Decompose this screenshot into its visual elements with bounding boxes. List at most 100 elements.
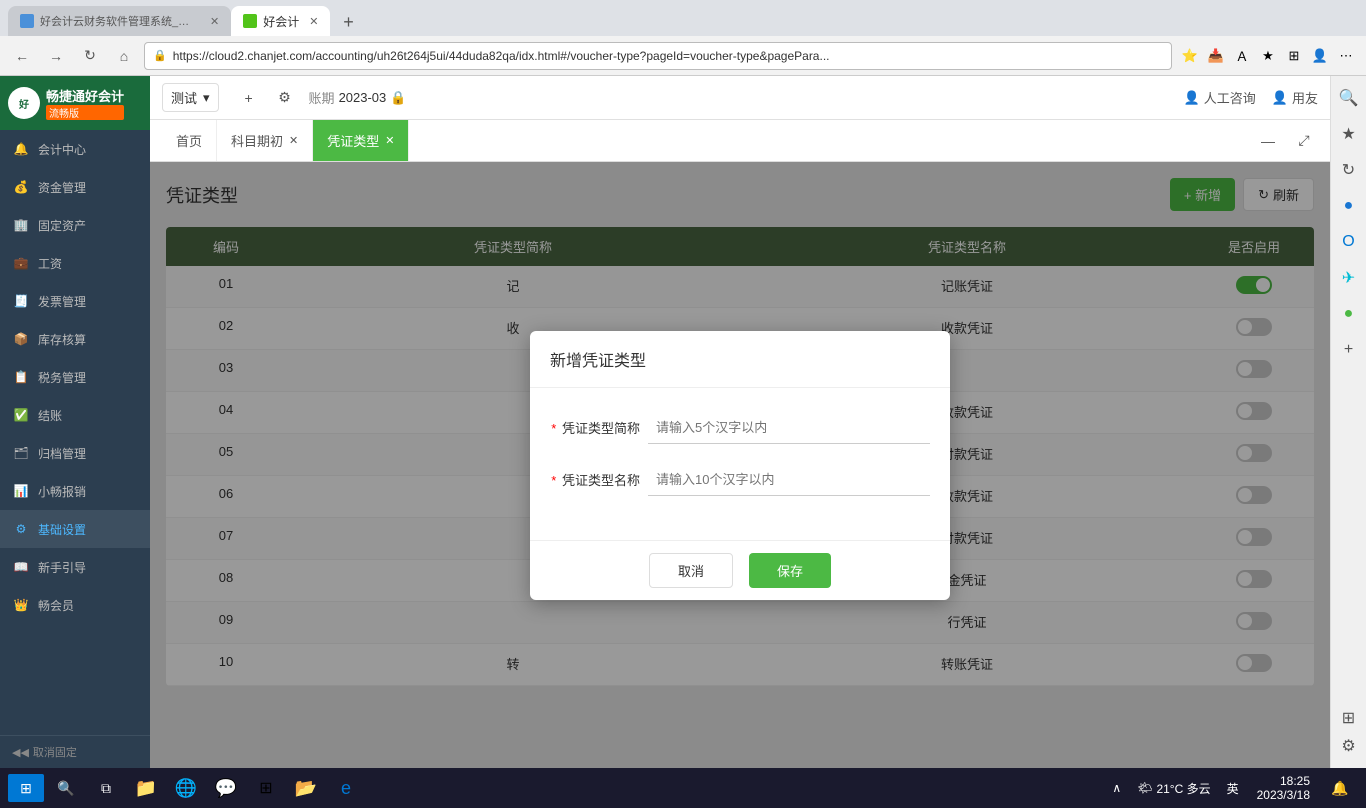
- tab-close-2[interactable]: ✕: [309, 15, 318, 28]
- logo-text-group: 畅捷通好会计 流畅版: [46, 86, 124, 120]
- taskbar-sys-icons: ∧: [1106, 781, 1127, 795]
- browser-tab-bar: 好会计云财务软件管理系统_会计 ✕ 好会计 ✕ +: [0, 0, 1366, 36]
- settings-button[interactable]: ⚙: [271, 84, 299, 112]
- taskbar-expand-icon[interactable]: ∧: [1112, 781, 1121, 795]
- required-star-1: *: [551, 421, 556, 436]
- sidebar-item-inventory[interactable]: 📦 库存核算: [0, 320, 150, 358]
- right-settings-button[interactable]: ⚙: [1335, 732, 1363, 760]
- time-text: 18:25: [1257, 774, 1310, 788]
- taskbar-right: ∧ 🌤 21°C 多云 英 18:25 2023/3/18 🔔: [1106, 770, 1358, 806]
- sidebar-item-capital[interactable]: 💰 资金管理: [0, 168, 150, 206]
- logo-title: 畅捷通好会计: [46, 86, 124, 105]
- back-button[interactable]: ←: [8, 42, 36, 70]
- app-bar-actions: + ⚙: [235, 84, 299, 112]
- tab-home[interactable]: 首页: [162, 120, 217, 161]
- sidebar-logo[interactable]: 好 畅捷通好会计 流畅版: [0, 76, 150, 130]
- tab-minimize-button[interactable]: —: [1254, 127, 1282, 155]
- tab-voucher-close[interactable]: ✕: [385, 134, 394, 147]
- short-input[interactable]: [648, 412, 930, 444]
- address-text: https://cloud2.chanjet.com/accounting/uh…: [173, 49, 1163, 63]
- right-star-button[interactable]: ★: [1335, 120, 1363, 148]
- form-row-short: * 凭证类型简称: [550, 412, 930, 444]
- sidebar-item-asset[interactable]: 🏢 固定资产: [0, 206, 150, 244]
- member-icon: 👑: [12, 596, 30, 614]
- tab-close-1[interactable]: ✕: [210, 15, 219, 28]
- sidebar-label-settings: 基础设置: [38, 521, 86, 538]
- ext-5[interactable]: ⊞: [1282, 44, 1306, 68]
- taskbar-search-button[interactable]: 🔍: [48, 774, 84, 802]
- tab-expand-button[interactable]: ⤢: [1290, 127, 1318, 155]
- taskbar-edge[interactable]: e: [328, 770, 364, 806]
- short-label: * 凭证类型简称: [550, 418, 640, 437]
- ext-6[interactable]: 👤: [1308, 44, 1332, 68]
- sidebar-item-report[interactable]: 📊 小畅报销: [0, 472, 150, 510]
- new-tab-button[interactable]: +: [334, 8, 362, 36]
- taskbar-file-explorer[interactable]: 📁: [128, 770, 164, 806]
- browser-tab-1[interactable]: 好会计云财务软件管理系统_会计 ✕: [8, 6, 231, 36]
- unpin-button[interactable]: ◀◀ 取消固定: [0, 735, 150, 768]
- sidebar-item-archive[interactable]: 🗂 归档管理: [0, 434, 150, 472]
- cancel-button[interactable]: 取消: [649, 553, 733, 588]
- tab-favicon-2: [243, 14, 257, 28]
- ext-3[interactable]: Ａ: [1230, 44, 1254, 68]
- sidebar-item-notification[interactable]: 🔔 会计中心: [0, 130, 150, 168]
- taskbar-wechat[interactable]: 💬: [208, 770, 244, 806]
- dialog-header: 新增凭证类型: [530, 331, 950, 388]
- workspace-selector[interactable]: 测试 ▾: [162, 83, 219, 112]
- sidebar-item-checkout[interactable]: ✅ 结账: [0, 396, 150, 434]
- sidebar-label-guide: 新手引导: [38, 559, 86, 576]
- support-button[interactable]: 👤 人工咨询: [1184, 88, 1256, 107]
- sidebar-item-guide[interactable]: 📖 新手引导: [0, 548, 150, 586]
- refresh-button[interactable]: ↻: [76, 42, 104, 70]
- tab-subject[interactable]: 科目期初 ✕: [217, 120, 313, 161]
- sidebar-label-salary: 工资: [38, 255, 62, 272]
- unpin-icon: ◀◀: [12, 746, 29, 759]
- home-button[interactable]: ⌂: [110, 42, 138, 70]
- sidebar-item-member[interactable]: 👑 畅会员: [0, 586, 150, 624]
- save-button[interactable]: 保存: [749, 553, 831, 588]
- workspace-dropdown-icon: ▾: [203, 90, 210, 106]
- sidebar-item-invoice[interactable]: 🧾 发票管理: [0, 282, 150, 320]
- forward-button[interactable]: →: [42, 42, 70, 70]
- salary-icon: 💼: [12, 254, 30, 272]
- browser-tab-2[interactable]: 好会计 ✕: [231, 6, 330, 36]
- start-button[interactable]: ⊞: [8, 774, 44, 802]
- right-grid-button[interactable]: ⊞: [1335, 704, 1363, 732]
- browser-menu[interactable]: ⋯: [1334, 44, 1358, 68]
- right-outlook-button[interactable]: O: [1335, 228, 1363, 256]
- taskbar-lang[interactable]: 英: [1221, 780, 1245, 797]
- sidebar-item-tax[interactable]: 📋 税务管理: [0, 358, 150, 396]
- user-label: 用友: [1292, 88, 1318, 107]
- tab-subject-close[interactable]: ✕: [289, 134, 298, 147]
- sidebar-item-settings[interactable]: ⚙ 基础设置: [0, 510, 150, 548]
- tab-subject-label: 科目期初: [231, 131, 283, 150]
- sidebar-label-asset: 固定资产: [38, 217, 86, 234]
- content-wrapper: 测试 ▾ + ⚙ 账期 2023-03 🔒 👤 人工咨询 👤 用友: [150, 76, 1330, 768]
- ext-1[interactable]: ⭐: [1178, 44, 1202, 68]
- sidebar-label-archive: 归档管理: [38, 445, 86, 462]
- add-voucher-dialog: 新增凭证类型 * 凭证类型简称 *: [530, 331, 950, 600]
- taskbar-apps[interactable]: ⊞: [248, 770, 284, 806]
- tab-voucher[interactable]: 凭证类型 ✕: [313, 120, 409, 161]
- address-input[interactable]: 🔒 https://cloud2.chanjet.com/accounting/…: [144, 42, 1172, 70]
- app-bar: 测试 ▾ + ⚙ 账期 2023-03 🔒 👤 人工咨询 👤 用友: [150, 76, 1330, 120]
- right-blue-button[interactable]: ●: [1335, 192, 1363, 220]
- report-icon: 📊: [12, 482, 30, 500]
- taskbar-multiview-button[interactable]: ⧉: [88, 770, 124, 806]
- right-refresh-button[interactable]: ↻: [1335, 156, 1363, 184]
- name-label: * 凭证类型名称: [550, 470, 640, 489]
- right-search-button[interactable]: 🔍: [1335, 84, 1363, 112]
- taskbar-chrome[interactable]: 🌐: [168, 770, 204, 806]
- right-green-button[interactable]: ●: [1335, 300, 1363, 328]
- notification-center-button[interactable]: 🔔: [1322, 770, 1358, 806]
- taskbar-files[interactable]: 📂: [288, 770, 324, 806]
- ext-2[interactable]: 📥: [1204, 44, 1228, 68]
- right-add-button[interactable]: +: [1335, 336, 1363, 364]
- user-button[interactable]: 👤 用友: [1272, 88, 1318, 107]
- name-input[interactable]: [648, 464, 930, 496]
- sidebar-item-salary[interactable]: 💼 工资: [0, 244, 150, 282]
- right-send-button[interactable]: ✈: [1335, 264, 1363, 292]
- ext-4[interactable]: ★: [1256, 44, 1280, 68]
- right-panel-bottom: ⊞ ⚙: [1335, 704, 1363, 760]
- add-workspace-button[interactable]: +: [235, 84, 263, 112]
